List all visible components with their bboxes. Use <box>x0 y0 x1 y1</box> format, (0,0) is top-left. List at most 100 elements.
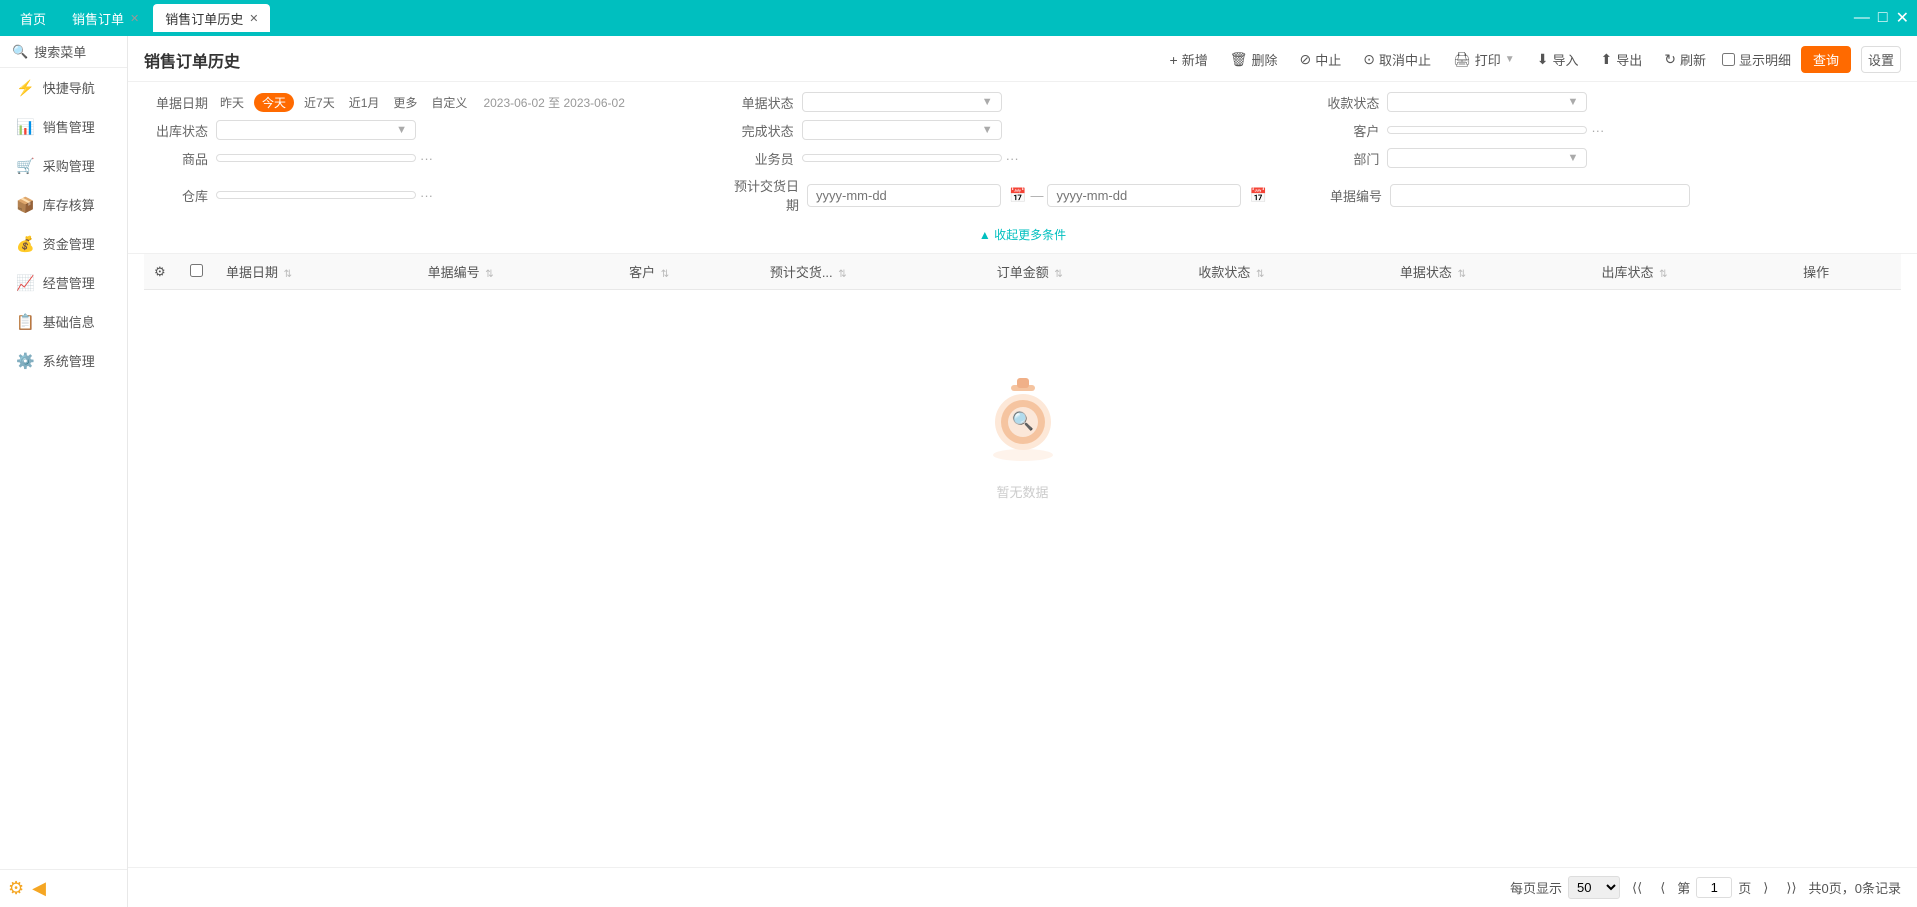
stop-button[interactable]: ⊘ 中止 <box>1294 47 1348 72</box>
print-chevron: ▼ <box>1505 54 1515 65</box>
tab-sales-order-close[interactable]: ✕ <box>130 12 139 25</box>
refresh-icon: ↻ <box>1664 51 1676 68</box>
warehouse-select[interactable] <box>216 191 416 199</box>
goods-more-btn[interactable]: ··· <box>420 151 433 166</box>
sidebar: 🔍 搜索菜单 ⚡ 快捷导航 📊 销售管理 🛒 采购管理 📦 库存核算 💰 <box>0 36 128 907</box>
search-bar[interactable]: 🔍 搜索菜单 <box>0 36 127 68</box>
status-chevron: ▼ <box>982 96 993 108</box>
cancel-stop-button[interactable]: ⊙ 取消中止 <box>1357 47 1437 72</box>
settings-gear-icon[interactable]: ⚙ <box>154 264 166 279</box>
page-number-input[interactable] <box>1696 877 1732 898</box>
add-button[interactable]: + 新增 <box>1164 47 1214 72</box>
sidebar-item-quick-nav[interactable]: ⚡ 快捷导航 <box>0 68 127 107</box>
show-detail-checkbox[interactable] <box>1722 53 1735 66</box>
customer-select[interactable] <box>1387 126 1587 134</box>
sidebar-settings-icon[interactable]: ⚙ <box>8 878 24 899</box>
customer-more-btn[interactable]: ··· <box>1591 123 1604 138</box>
goods-select[interactable] <box>216 154 416 162</box>
shortcut-7days[interactable]: 近7天 <box>300 93 339 112</box>
salesman-more-btn[interactable]: ··· <box>1006 151 1019 166</box>
inventory-icon: 📦 <box>16 196 35 214</box>
search-label: 搜索菜单 <box>34 42 86 61</box>
sort-customer-icon[interactable]: ⇅ <box>661 269 669 280</box>
empty-state: 🔍 暂无数据 <box>144 290 1901 581</box>
th-date[interactable]: 单据日期 ⇅ <box>216 254 418 290</box>
dept-field: ▼ <box>1387 148 1901 168</box>
receipt-status-chevron: ▼ <box>1567 96 1578 108</box>
th-customer[interactable]: 客户 ⇅ <box>619 254 760 290</box>
dept-select[interactable]: ▼ <box>1387 148 1587 168</box>
print-button[interactable]: 🖨 打印 ▼ <box>1447 47 1521 72</box>
sidebar-item-label-purchase-mgmt: 采购管理 <box>43 156 95 175</box>
table-area: ⚙ 单据日期 ⇅ 单据编号 ⇅ <box>128 254 1917 867</box>
date-from-input[interactable] <box>807 184 1001 207</box>
maximize-btn[interactable]: □ <box>1878 9 1888 27</box>
th-receipt-status[interactable]: 收款状态 ⇅ <box>1188 254 1390 290</box>
receipt-status-select[interactable]: ▼ <box>1387 92 1587 112</box>
outbound-select[interactable]: ▼ <box>216 120 416 140</box>
sort-bill-status-icon[interactable]: ⇅ <box>1458 269 1466 280</box>
sidebar-item-label-quick-nav: 快捷导航 <box>43 78 95 97</box>
first-page-btn[interactable]: ⟨⟨ <box>1626 878 1648 898</box>
sidebar-collapse-icon[interactable]: ◀ <box>32 878 46 899</box>
prev-page-btn[interactable]: ⟨ <box>1654 878 1671 898</box>
shortcut-custom[interactable]: 自定义 <box>427 93 471 112</box>
sidebar-item-inventory[interactable]: 📦 库存核算 <box>0 185 127 224</box>
sort-outbound-status-icon[interactable]: ⇅ <box>1659 269 1667 280</box>
collapse-row[interactable]: ▲ 收起更多条件 <box>144 222 1901 243</box>
sidebar-item-purchase-mgmt[interactable]: 🛒 采购管理 <box>0 146 127 185</box>
tab-home[interactable]: 首页 <box>8 4 58 32</box>
window-controls: — □ ✕ <box>1854 8 1909 28</box>
shortcut-yesterday[interactable]: 昨天 <box>216 93 248 112</box>
th-settings[interactable]: ⚙ <box>144 254 180 290</box>
sidebar-item-system[interactable]: ⚙️ 系统管理 <box>0 341 127 380</box>
per-page-select[interactable]: 10 20 50 100 <box>1568 876 1620 899</box>
salesman-select[interactable] <box>802 154 1002 162</box>
sort-date-icon[interactable]: ⇅ <box>284 269 292 280</box>
refresh-button[interactable]: ↻ 刷新 <box>1658 47 1712 72</box>
cal-from-icon[interactable]: 📅 <box>1009 187 1026 204</box>
filter-row-warehouse: 仓库 ··· 预计交货日期 📅 — 📅 <box>144 176 1901 214</box>
tab-sales-order-history[interactable]: 销售订单历史 ✕ <box>153 4 270 32</box>
th-amount[interactable]: 订单金额 ⇅ <box>987 254 1189 290</box>
show-detail-label: 显示明细 <box>1739 50 1791 69</box>
next-page-btn[interactable]: ⟩ <box>1757 878 1774 898</box>
sort-expected-date-icon[interactable]: ⇅ <box>838 269 846 280</box>
th-expected-date[interactable]: 预计交货... ⇅ <box>760 254 987 290</box>
date-input-group: 📅 — 📅 <box>807 184 1267 207</box>
order-no-input[interactable] <box>1390 184 1690 207</box>
query-button[interactable]: 查询 <box>1801 46 1851 73</box>
sidebar-item-operations[interactable]: 📈 经营管理 <box>0 263 127 302</box>
export-button[interactable]: ⬆ 导出 <box>1594 47 1648 72</box>
sidebar-item-finance[interactable]: 💰 资金管理 <box>0 224 127 263</box>
sort-receipt-status-icon[interactable]: ⇅ <box>1256 269 1264 280</box>
import-label: 导入 <box>1552 50 1578 69</box>
select-all-checkbox[interactable] <box>190 264 203 277</box>
shortcut-more[interactable]: 更多 <box>389 93 421 112</box>
th-number[interactable]: 单据编号 ⇅ <box>418 254 620 290</box>
shortcut-1month[interactable]: 近1月 <box>345 93 384 112</box>
date-to-input[interactable] <box>1047 184 1241 207</box>
sort-number-icon[interactable]: ⇅ <box>485 269 493 280</box>
sidebar-item-basic-info[interactable]: 📋 基础信息 <box>0 302 127 341</box>
close-btn[interactable]: ✕ <box>1896 8 1909 28</box>
th-checkbox <box>180 254 216 290</box>
status-select[interactable]: ▼ <box>802 92 1002 112</box>
th-outbound-status[interactable]: 出库状态 ⇅ <box>1592 254 1794 290</box>
cal-to-icon[interactable]: 📅 <box>1249 187 1266 204</box>
sidebar-item-sales-mgmt[interactable]: 📊 销售管理 <box>0 107 127 146</box>
settings-button[interactable]: 设置 <box>1861 46 1901 73</box>
th-date-label: 单据日期 <box>226 265 278 280</box>
completion-select[interactable]: ▼ <box>802 120 1002 140</box>
last-page-btn[interactable]: ⟩⟩ <box>1780 878 1802 898</box>
tab-sales-order[interactable]: 销售订单 ✕ <box>60 4 151 32</box>
tab-sales-order-history-close[interactable]: ✕ <box>249 12 258 25</box>
minimize-btn[interactable]: — <box>1854 9 1870 27</box>
sort-amount-icon[interactable]: ⇅ <box>1054 269 1062 280</box>
th-bill-status[interactable]: 单据状态 ⇅ <box>1390 254 1592 290</box>
import-button[interactable]: ⬇ 导入 <box>1531 47 1585 72</box>
shortcut-today[interactable]: 今天 <box>254 93 294 112</box>
empty-text: 暂无数据 <box>996 482 1048 501</box>
warehouse-more-btn[interactable]: ··· <box>420 188 433 203</box>
delete-button[interactable]: 🗑 删除 <box>1224 47 1284 72</box>
